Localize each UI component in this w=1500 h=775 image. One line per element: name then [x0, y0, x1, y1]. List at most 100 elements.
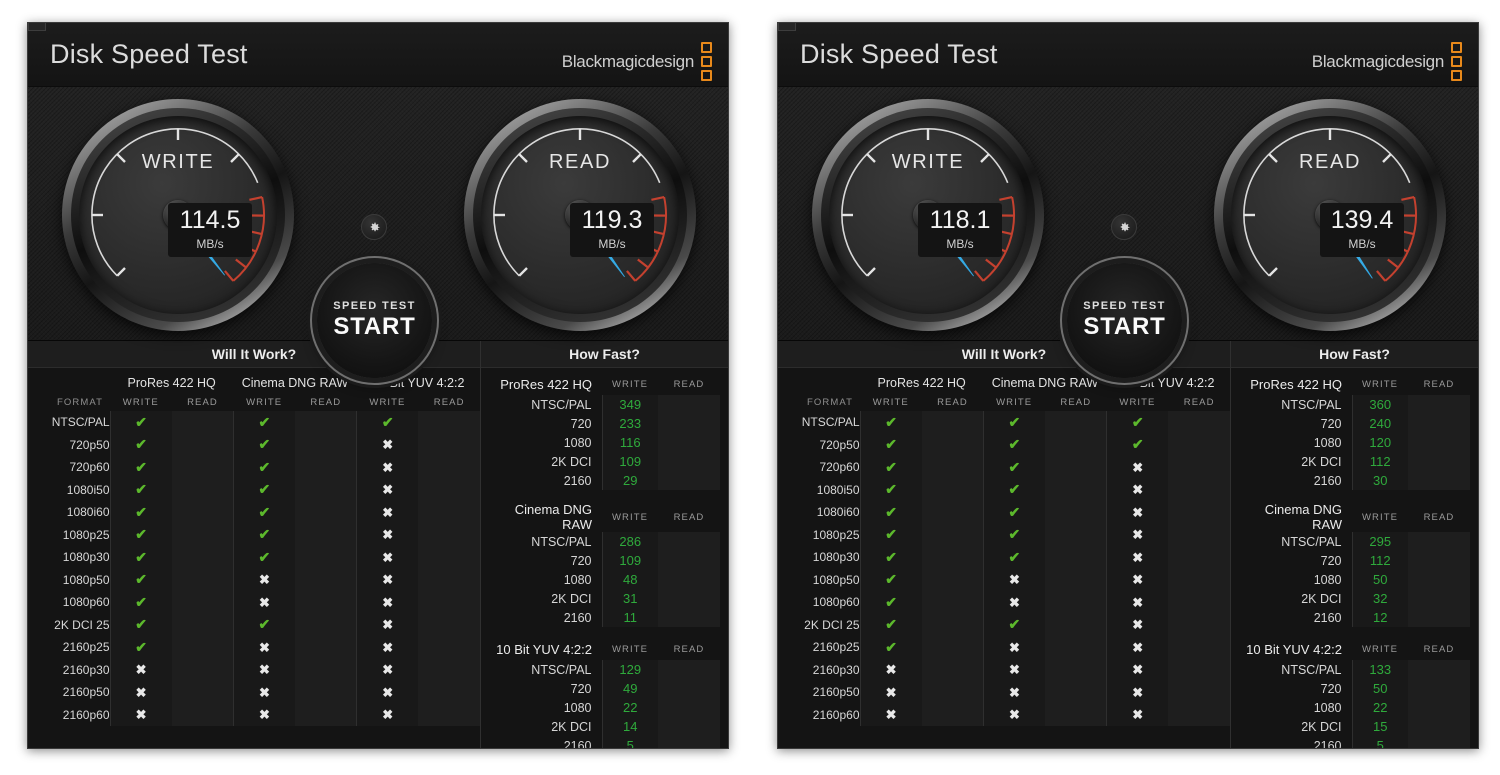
- close-icon[interactable]: ×: [28, 23, 46, 31]
- support-cell: ✔: [109, 613, 172, 636]
- write-subheader: WRITE: [872, 396, 909, 408]
- list-item: 2160 5: [487, 736, 720, 748]
- read-speed-value: [658, 395, 720, 414]
- support-cell: [1168, 681, 1230, 704]
- support-cell: [171, 703, 234, 726]
- write-speed-value: 14: [601, 717, 658, 736]
- write-gauge-label: WRITE: [141, 151, 215, 173]
- supported-icon: ✔: [885, 458, 897, 475]
- read-gauge: READ 119.3 MB/s: [464, 99, 696, 331]
- read-subheader: READ: [1423, 379, 1455, 390]
- format-label: 2160p60: [62, 707, 110, 722]
- support-cell: ✔: [859, 546, 922, 569]
- supported-icon: ✔: [885, 436, 897, 453]
- list-item: NTSC/PAL 349: [487, 395, 720, 414]
- supported-icon: ✔: [135, 413, 147, 430]
- table-row: 1080p30 ✔ ✔ ✖: [28, 546, 480, 569]
- how-fast-group: Cinema DNG RAW WRITE READ NTSC/PAL 286 720 109…: [487, 502, 720, 627]
- how-fast-group: ProRes 422 HQ WRITE READ NTSC/PAL 360 720 240 1…: [1237, 374, 1470, 490]
- table-row: 2160p60 ✖ ✖ ✖: [28, 703, 480, 726]
- unsupported-icon: ✖: [1008, 572, 1020, 588]
- table-row: 2K DCI 25 ✔ ✔ ✖: [28, 613, 480, 636]
- unsupported-icon: ✖: [382, 437, 394, 453]
- table-row: 2160p30 ✖ ✖ ✖: [778, 658, 1230, 681]
- support-cell: ✖: [859, 681, 922, 704]
- support-cell: [1168, 411, 1230, 434]
- supported-icon: ✔: [135, 638, 147, 655]
- supported-icon: ✔: [1008, 548, 1021, 565]
- unsupported-icon: ✖: [382, 527, 394, 543]
- support-cell: ✖: [859, 658, 922, 681]
- support-cell: [921, 703, 984, 726]
- read-speed-value: [658, 471, 720, 490]
- support-cell: ✖: [1106, 568, 1169, 591]
- brand-name: Blackmagicdesign: [1311, 51, 1445, 71]
- unsupported-icon: ✖: [382, 684, 394, 700]
- support-cell: [418, 658, 480, 681]
- resolution-label: 720: [1320, 416, 1342, 431]
- support-cell: ✔: [109, 411, 172, 434]
- format-label: 1080p60: [62, 595, 110, 610]
- read-speed-value: [658, 433, 720, 452]
- table-row: 720p60 ✔ ✔ ✖: [28, 456, 480, 479]
- will-it-work-table: ProRes 422 HQ Cinema DNG RAW 10 Bit YUV 4:…: [28, 373, 480, 726]
- spacer-cell: [778, 373, 860, 393]
- table-row: 1080p30 ✔ ✔ ✖: [778, 546, 1230, 569]
- read-speed-value: [658, 679, 720, 698]
- list-item: 720 233: [487, 414, 720, 433]
- settings-button[interactable]: [361, 214, 387, 240]
- read-speed-value: [1408, 471, 1470, 490]
- list-item: 1080 120: [1237, 433, 1470, 452]
- resolution-label: 2160: [1313, 738, 1342, 749]
- settings-button[interactable]: [1111, 214, 1137, 240]
- speed-test-start-button[interactable]: SPEED TEST START: [317, 263, 432, 378]
- write-speed-value: 12: [1351, 608, 1408, 627]
- support-cell: [294, 636, 357, 659]
- support-cell: [171, 636, 234, 659]
- unsupported-icon: ✖: [135, 662, 147, 678]
- speed-test-start-button[interactable]: SPEED TEST START: [1067, 263, 1182, 378]
- resolution-label: 720: [570, 416, 592, 431]
- support-cell: [418, 501, 480, 524]
- support-cell: [1044, 636, 1107, 659]
- resolution-label: NTSC/PAL: [1281, 662, 1342, 677]
- support-cell: ✔: [109, 433, 172, 456]
- support-cell: [1168, 703, 1230, 726]
- write-speed-value: 120: [1351, 433, 1408, 452]
- support-cell: [1044, 681, 1107, 704]
- format-label: 1080p50: [812, 572, 860, 587]
- support-cell: ✖: [1106, 681, 1169, 704]
- support-cell: [171, 568, 234, 591]
- unsupported-icon: ✖: [1132, 662, 1144, 678]
- supported-icon: ✔: [1131, 413, 1144, 430]
- supported-icon: ✔: [1008, 413, 1021, 430]
- support-cell: ✖: [982, 658, 1045, 681]
- support-cell: [921, 546, 984, 569]
- list-item: NTSC/PAL 133: [1237, 660, 1470, 679]
- write-speed-value: 5: [601, 736, 658, 748]
- support-cell: ✔: [982, 501, 1045, 524]
- support-cell: [1044, 523, 1107, 546]
- unsupported-icon: ✖: [382, 617, 394, 633]
- unsupported-icon: ✖: [382, 639, 394, 655]
- support-cell: [294, 613, 357, 636]
- resolution-label: 2K DCI: [551, 454, 592, 469]
- unsupported-icon: ✖: [1132, 459, 1144, 475]
- format-label: 1080p25: [62, 527, 110, 542]
- support-cell: ✔: [859, 523, 922, 546]
- resolution-label: 720: [570, 681, 592, 696]
- support-cell: ✖: [1106, 478, 1169, 501]
- codec-group-title: Cinema DNG RAW: [514, 502, 592, 532]
- codec-group-title: Cinema DNG RAW: [1264, 502, 1342, 532]
- supported-icon: ✔: [885, 526, 897, 543]
- support-cell: [1044, 478, 1107, 501]
- resolution-label: 2K DCI: [551, 719, 592, 734]
- read-value: 119.3: [581, 206, 643, 234]
- read-subheader: READ: [1060, 396, 1092, 408]
- read-speed-value: [1408, 452, 1470, 471]
- close-icon[interactable]: ×: [778, 23, 796, 31]
- support-cell: ✔: [859, 591, 922, 614]
- write-speed-value: 129: [601, 660, 658, 679]
- supported-icon: ✔: [885, 481, 897, 498]
- write-subheader: WRITE: [1119, 396, 1156, 408]
